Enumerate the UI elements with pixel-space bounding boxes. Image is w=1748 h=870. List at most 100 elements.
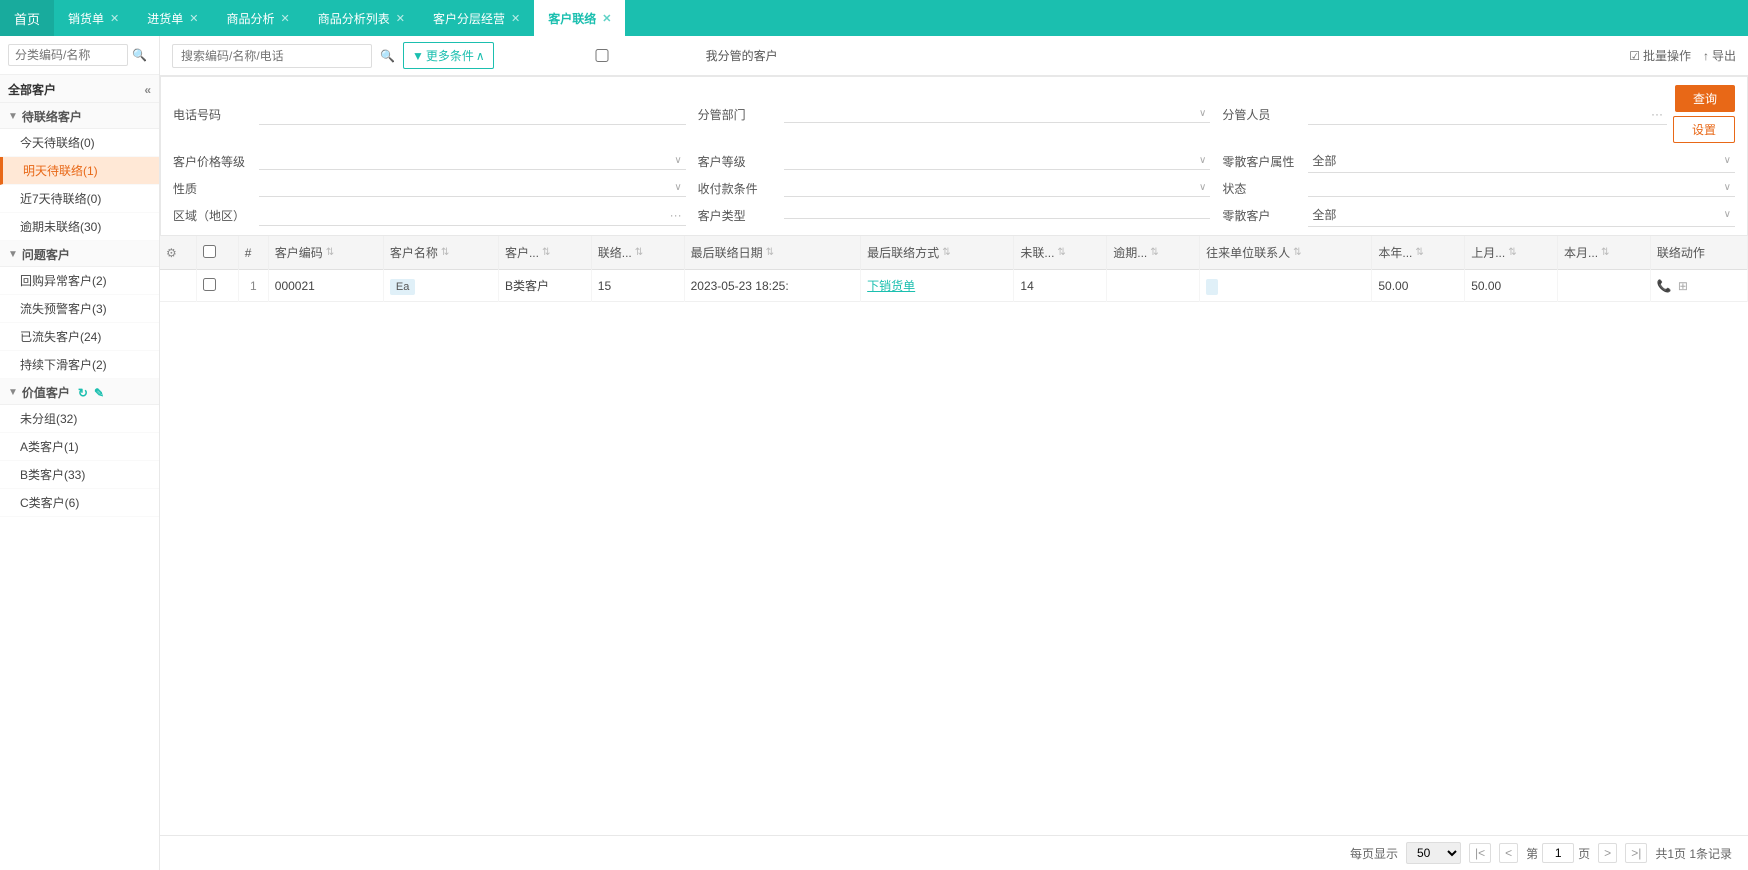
dept-select[interactable]: ∨ (784, 105, 1211, 123)
nav-customer-contact[interactable]: 客户联络 ✕ (534, 0, 625, 36)
col-overdue-sort: ⇅ (1150, 247, 1158, 258)
sidebar-item-repurchase-abnormal[interactable]: 回购异常客户(2) (0, 267, 159, 295)
group-value-customers[interactable]: ▼ 价值客户 ↻ ✎ (0, 379, 159, 405)
col-contact-count[interactable]: 联络... ⇅ (591, 236, 684, 270)
sidebar-item-class-b[interactable]: B类客户(33) (0, 461, 159, 489)
total-info: 共1页 1条记录 (1655, 845, 1732, 862)
sidebar-item-today[interactable]: 今天待联络(0) (0, 129, 159, 157)
gender-select[interactable]: ∨ (259, 179, 686, 197)
all-customers-collapse-icon[interactable]: « (144, 83, 151, 97)
all-customers-header[interactable]: 全部客户 « (0, 75, 159, 103)
select-all-checkbox[interactable] (203, 245, 216, 258)
first-page-button[interactable]: |< (1469, 843, 1491, 863)
nav-product-analysis-list[interactable]: 商品分析列表 ✕ (304, 0, 419, 36)
col-code[interactable]: 客户编码 ⇅ (268, 236, 383, 270)
export-button[interactable]: ↑ 导出 (1703, 47, 1736, 64)
main-layout: 🔍 全部客户 « ▼ 待联络客户 今天待联络(0) 明天待联络(1) 近7天待联… (0, 36, 1748, 870)
action-phone-icon[interactable]: 📞 (1657, 279, 1672, 293)
col-customer-type[interactable]: 客户... ⇅ (498, 236, 591, 270)
nav-purchase-order[interactable]: 进货单 ✕ (133, 0, 212, 36)
retail-attr-select[interactable]: 全部 ∨ (1308, 149, 1735, 173)
action-grid-icon[interactable]: ⊞ (1678, 279, 1688, 293)
last-page-button[interactable]: >| (1625, 843, 1647, 863)
sidebar-item-lost[interactable]: 已流失客户(24) (0, 323, 159, 351)
row-customer-type: B类客户 (498, 270, 591, 302)
close-sales-order-icon[interactable]: ✕ (110, 12, 119, 25)
customer-type-select[interactable] (784, 212, 1211, 219)
nav-home[interactable]: 首页 (0, 0, 54, 36)
sidebar-item-class-c[interactable]: C类客户(6) (0, 489, 159, 517)
sidebar-search-input[interactable] (8, 44, 128, 66)
nav-customer-tier[interactable]: 客户分层经营 ✕ (419, 0, 534, 36)
dept-down-arrow: ∨ (1199, 108, 1206, 119)
col-last-month[interactable]: 上月... ⇅ (1465, 236, 1558, 270)
customer-level-label: 客户等级 (698, 153, 778, 170)
sidebar-item-class-a[interactable]: A类客户(1) (0, 433, 159, 461)
retail-customer-label: 零散客户 (1222, 207, 1302, 224)
close-product-analysis-icon[interactable]: ✕ (281, 12, 290, 25)
nav-sales-order[interactable]: 销货单 ✕ (54, 0, 133, 36)
contact-method-link[interactable]: 下销货单 (867, 279, 915, 293)
batch-op-button[interactable]: ☑ 批量操作 (1629, 47, 1691, 64)
group-pending-contact[interactable]: ▼ 待联络客户 (0, 103, 159, 129)
query-button[interactable]: 查询 (1675, 85, 1735, 112)
sidebar-item-overdue[interactable]: 逾期未联络(30) (0, 213, 159, 241)
col-this-month[interactable]: 本月... ⇅ (1558, 236, 1651, 270)
table-row: 1 000021 Ea B类客户 15 2023-05-23 18:25: 下销… (160, 270, 1748, 302)
settings-button[interactable]: 设置 (1673, 116, 1735, 143)
my-customers-checkbox-area[interactable]: 我分管的客户 (502, 47, 778, 64)
next-page-button[interactable]: > (1598, 843, 1617, 863)
col-unit-contact[interactable]: 往来单位联系人 ⇅ (1200, 236, 1372, 270)
col-not-contacted[interactable]: 未联... ⇅ (1014, 236, 1107, 270)
row-last-contact-method: 下销货单 (861, 270, 1014, 302)
payment-label: 收付款条件 (698, 180, 778, 197)
col-gear: ⚙ (160, 236, 197, 270)
page-number-input[interactable] (1542, 843, 1574, 863)
page-size-select[interactable]: 50 100 200 (1406, 842, 1461, 864)
group-pending-arrow: ▼ (8, 111, 18, 122)
col-name[interactable]: 客户名称 ⇅ (383, 236, 498, 270)
column-gear-icon[interactable]: ⚙ (166, 246, 177, 260)
filter-icon: ▼ (412, 49, 424, 63)
nav-product-analysis[interactable]: 商品分析 ✕ (212, 0, 303, 36)
payment-select[interactable]: ∨ (784, 179, 1211, 197)
sidebar-item-tomorrow[interactable]: 明天待联络(1) (0, 157, 159, 185)
phone-input[interactable] (259, 104, 686, 125)
retail-customer-select[interactable]: 全部 ∨ (1308, 203, 1735, 227)
table-area: ⚙ # 客户编码 ⇅ (160, 236, 1748, 835)
close-customer-contact-icon[interactable]: ✕ (602, 12, 611, 25)
customer-level-select[interactable]: ∨ (784, 152, 1211, 170)
group-problem-customers[interactable]: ▼ 问题客户 (0, 241, 159, 267)
col-contact-action: 联络动作 (1650, 236, 1747, 270)
sidebar-item-lost-potential[interactable]: 流失预警客户(3) (0, 295, 159, 323)
advanced-filter-panel: 电话号码 分管部门 ∨ 分管人员 ··· 查询 设置 (160, 76, 1748, 236)
sidebar-search-icon[interactable]: 🔍 (132, 48, 147, 62)
sidebar-search-area: 🔍 (0, 36, 159, 75)
filter-search-icon[interactable]: 🔍 (380, 49, 395, 63)
col-last-contact-date[interactable]: 最后联络日期 ⇅ (684, 236, 861, 270)
region-select[interactable]: ··· (259, 205, 686, 226)
close-purchase-order-icon[interactable]: ✕ (189, 12, 198, 25)
col-overdue[interactable]: 逾期... ⇅ (1107, 236, 1200, 270)
value-refresh-icon[interactable]: ↻ (78, 386, 88, 400)
row-contact-count: 15 (591, 270, 684, 302)
sidebar-item-continuous-decline[interactable]: 持续下滑客户(2) (0, 351, 159, 379)
row-unit-contact (1200, 270, 1372, 302)
close-customer-tier-icon[interactable]: ✕ (511, 12, 520, 25)
prev-page-button[interactable]: < (1499, 843, 1518, 863)
value-edit-icon[interactable]: ✎ (94, 386, 104, 400)
col-last-contact-method[interactable]: 最后联络方式 ⇅ (861, 236, 1014, 270)
search-input[interactable] (172, 44, 372, 68)
sidebar-item-unclassified[interactable]: 未分组(32) (0, 405, 159, 433)
row-select-checkbox[interactable] (203, 278, 216, 291)
manager-select[interactable]: ··· (1308, 104, 1667, 125)
col-this-year[interactable]: 本年... ⇅ (1372, 236, 1465, 270)
my-customers-checkbox[interactable] (502, 49, 702, 62)
close-product-analysis-list-icon[interactable]: ✕ (396, 12, 405, 25)
cl-down-arrow: ∨ (1199, 155, 1206, 166)
more-filter-button[interactable]: ▼ 更多条件 ∧ (403, 42, 494, 69)
status-select[interactable]: ∨ (1308, 179, 1735, 197)
sidebar-item-week[interactable]: 近7天待联络(0) (0, 185, 159, 213)
customer-value-select[interactable]: ∨ (259, 152, 686, 170)
footer: 每页显示 50 100 200 |< < 第 页 > >| 共1页 1条记录 (160, 835, 1748, 870)
